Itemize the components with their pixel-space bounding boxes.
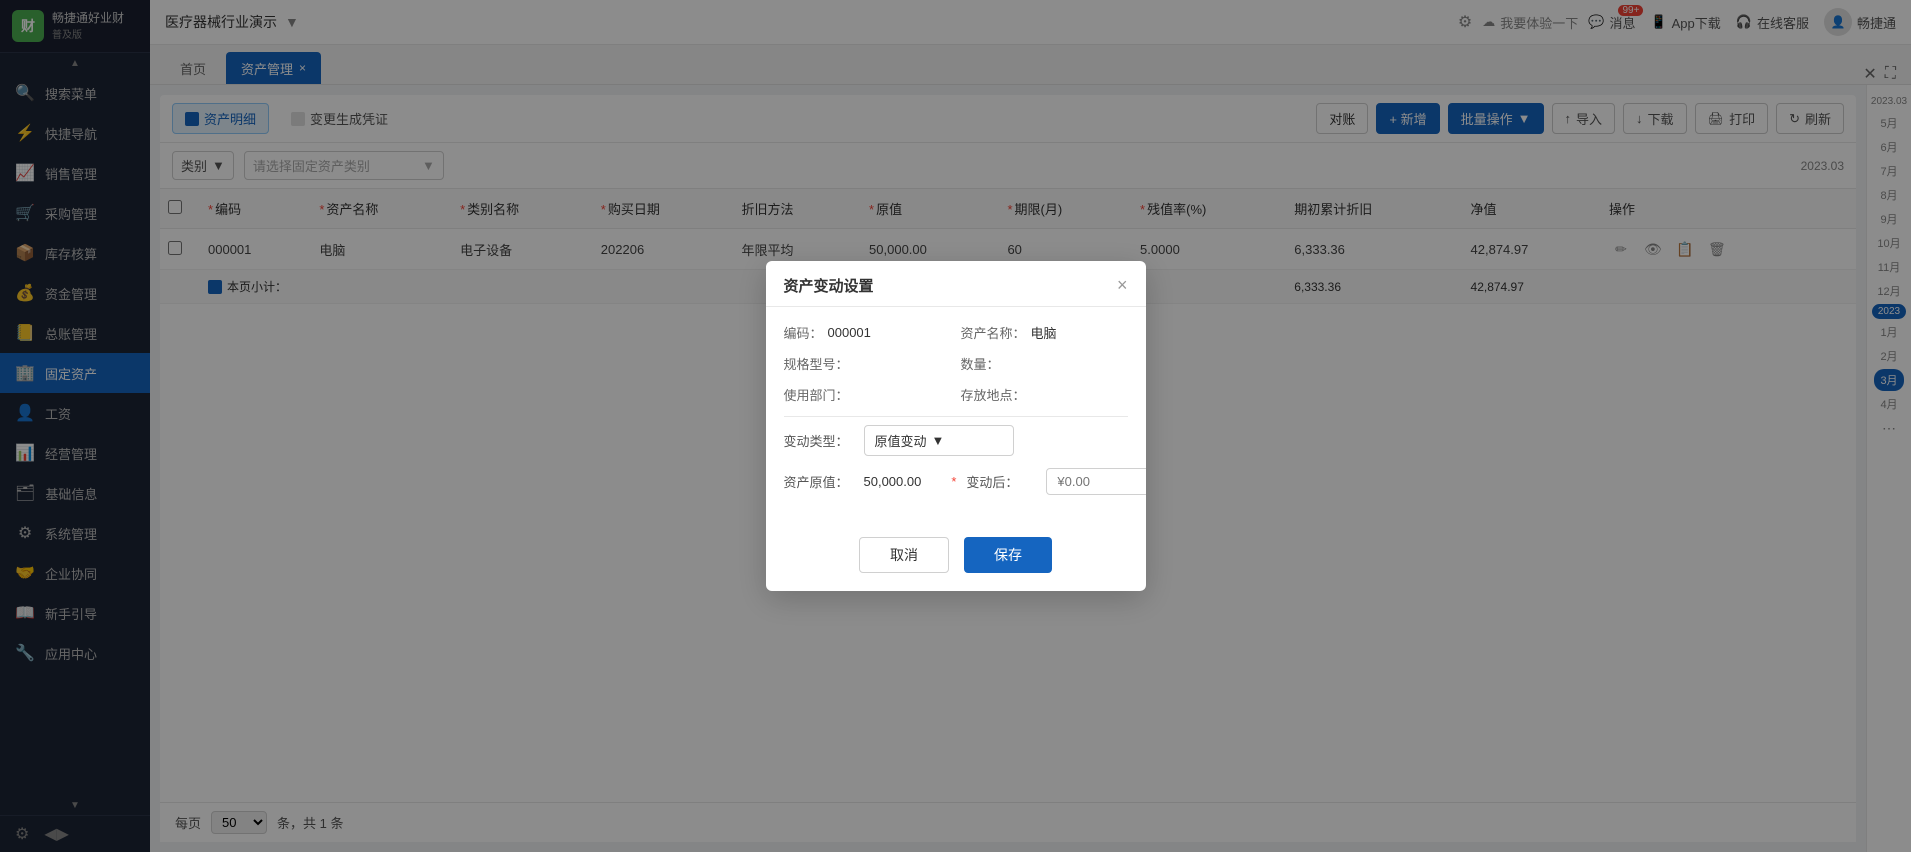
change-type-value: 原值变动 (875, 431, 927, 450)
field-code: 编码： 000001 (784, 323, 951, 342)
dialog-header: 资产变动设置 × (766, 261, 1146, 307)
field-location: 存放地点： (961, 385, 1128, 404)
after-value-input[interactable] (1046, 468, 1145, 495)
change-type-dropdown-icon: ▼ (932, 433, 945, 448)
cancel-button[interactable]: 取消 (859, 537, 949, 573)
dialog-title: 资产变动设置 (784, 275, 874, 296)
change-type-label: 变动类型： (784, 431, 854, 450)
location-label: 存放地点： (961, 385, 1026, 404)
original-value: 50,000.00 (864, 474, 922, 489)
field-quantity: 数量： (961, 354, 1128, 373)
dialog-close-icon[interactable]: × (1117, 275, 1128, 296)
dialog-change-type-row: 变动类型： 原值变动 ▼ (784, 425, 1128, 456)
dialog-row-2: 规格型号： 数量： (784, 354, 1128, 373)
spec-label: 规格型号： (784, 354, 849, 373)
name-label: 资产名称： (961, 323, 1026, 342)
dept-label: 使用部门： (784, 385, 849, 404)
dialog-row-1: 编码： 000001 资产名称： 电脑 (784, 323, 1128, 342)
dialog-divider (784, 416, 1128, 417)
name-value: 电脑 (1031, 323, 1057, 342)
dialog-body: 编码： 000001 资产名称： 电脑 规格型号： 数量： (766, 307, 1146, 527)
code-label: 编码： (784, 323, 823, 342)
required-after-icon: * (951, 474, 956, 489)
after-label: 变动后： (966, 472, 1036, 491)
dialog-value-row: 资产原值： 50,000.00 * 变动后： (784, 468, 1128, 495)
quantity-label: 数量： (961, 354, 1000, 373)
dialog-footer: 取消 保存 (766, 527, 1146, 591)
original-value-label: 资产原值： (784, 472, 854, 491)
modal-overlay: 资产变动设置 × 编码： 000001 资产名称： 电脑 规格型号： (0, 0, 1911, 852)
field-spec: 规格型号： (784, 354, 951, 373)
code-value: 000001 (828, 325, 871, 340)
save-button[interactable]: 保存 (964, 537, 1052, 573)
change-type-select[interactable]: 原值变动 ▼ (864, 425, 1014, 456)
field-dept: 使用部门： (784, 385, 951, 404)
dialog-row-3: 使用部门： 存放地点： (784, 385, 1128, 404)
field-name: 资产名称： 电脑 (961, 323, 1128, 342)
asset-change-dialog: 资产变动设置 × 编码： 000001 资产名称： 电脑 规格型号： (766, 261, 1146, 591)
